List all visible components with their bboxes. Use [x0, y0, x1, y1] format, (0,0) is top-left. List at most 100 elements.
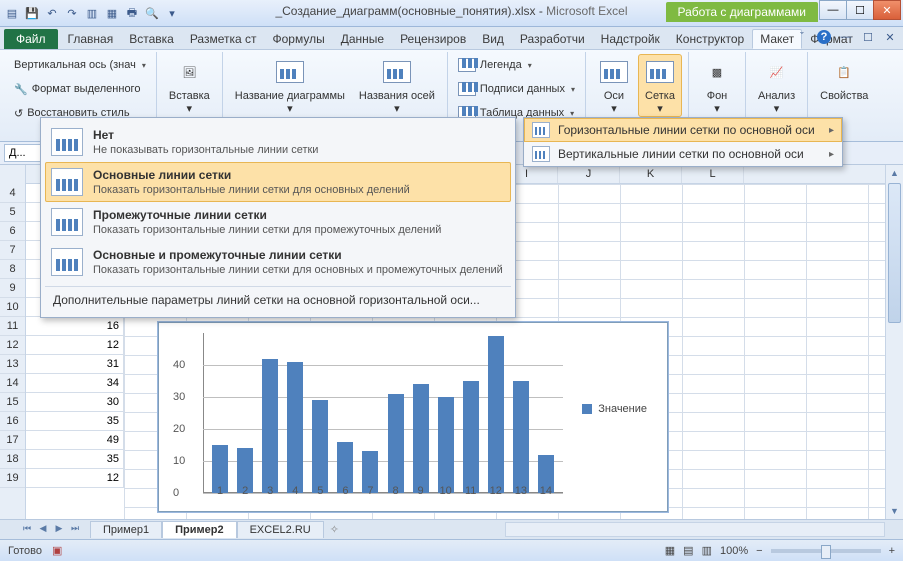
- macro-record-icon[interactable]: ▣: [52, 544, 62, 557]
- bar[interactable]: [312, 400, 328, 493]
- axes-button[interactable]: Оси▾: [592, 54, 636, 117]
- file-tab[interactable]: Файл: [4, 29, 58, 49]
- scroll-up-icon[interactable]: ▲: [886, 165, 903, 181]
- scrollbar-thumb[interactable]: [888, 183, 901, 323]
- row-header[interactable]: 4: [0, 184, 25, 203]
- tab-developer[interactable]: Разработчи: [512, 29, 593, 49]
- chart-element-selector[interactable]: Вертикальная ось (знач▾: [10, 54, 150, 76]
- tab-design[interactable]: Конструктор: [668, 29, 752, 49]
- help-icon[interactable]: ?: [817, 30, 831, 44]
- column-header[interactable]: J: [558, 165, 620, 183]
- doc-minimize-icon[interactable]: —: [839, 30, 853, 44]
- tab-insert[interactable]: Вставка: [121, 29, 182, 49]
- vertical-scrollbar[interactable]: ▲ ▼: [885, 165, 903, 519]
- zoom-level[interactable]: 100%: [720, 545, 748, 557]
- scroll-down-icon[interactable]: ▼: [886, 503, 903, 519]
- column-header[interactable]: L: [682, 165, 744, 183]
- row-header[interactable]: 14: [0, 374, 25, 393]
- cell[interactable]: 30: [26, 393, 124, 412]
- bar[interactable]: [388, 394, 404, 493]
- row-header[interactable]: 15: [0, 393, 25, 412]
- cell[interactable]: 31: [26, 355, 124, 374]
- gridlines-button[interactable]: Сетка▾: [638, 54, 682, 117]
- view-normal-icon[interactable]: ▦: [665, 544, 675, 557]
- sheet-nav-next-icon[interactable]: ▶: [52, 523, 66, 537]
- cell[interactable]: 35: [26, 450, 124, 469]
- row-header[interactable]: 11: [0, 317, 25, 336]
- qat-icon[interactable]: ▦: [104, 5, 120, 21]
- chart-object[interactable]: Значение 0102030401234567891011121314: [158, 322, 668, 512]
- tab-home[interactable]: Главная: [60, 29, 122, 49]
- gridlines-more-options[interactable]: Дополнительные параметры линий сетки на …: [45, 286, 511, 313]
- column-header[interactable]: K: [620, 165, 682, 183]
- gridlines-menu-item[interactable]: Нет Не показывать горизонтальные линии с…: [45, 122, 511, 162]
- tab-addins[interactable]: Надстройк: [593, 29, 668, 49]
- qat-more-icon[interactable]: ▾: [164, 5, 180, 21]
- tab-data[interactable]: Данные: [333, 29, 392, 49]
- gridlines-menu-item[interactable]: Основные и промежуточные линии сетки Пок…: [45, 242, 511, 282]
- row-header[interactable]: 17: [0, 431, 25, 450]
- minimize-button[interactable]: —: [819, 0, 847, 20]
- preview-icon[interactable]: 🔍: [144, 5, 160, 21]
- view-pagelayout-icon[interactable]: ▤: [683, 544, 693, 557]
- redo-icon[interactable]: ↷: [64, 5, 80, 21]
- bar[interactable]: [488, 336, 504, 493]
- background-button[interactable]: ▩ Фон▾: [695, 54, 739, 117]
- tab-formulas[interactable]: Формулы: [265, 29, 333, 49]
- row-header[interactable]: 12: [0, 336, 25, 355]
- qat-icon[interactable]: ▥: [84, 5, 100, 21]
- maximize-button[interactable]: ☐: [846, 0, 874, 20]
- cell[interactable]: 35: [26, 412, 124, 431]
- bar[interactable]: [463, 381, 479, 493]
- row-header[interactable]: 18: [0, 450, 25, 469]
- tab-review[interactable]: Рецензиров: [392, 29, 474, 49]
- format-selection-button[interactable]: 🔧 Формат выделенного: [10, 78, 150, 100]
- submenu-horizontal-gridlines[interactable]: Горизонтальные линии сетки по основной о…: [524, 118, 842, 142]
- tab-view[interactable]: Вид: [474, 29, 512, 49]
- row-header[interactable]: 16: [0, 412, 25, 431]
- sheet-nav-last-icon[interactable]: ⏭: [68, 523, 82, 537]
- cell[interactable]: 12: [26, 469, 124, 488]
- bar[interactable]: [438, 397, 454, 493]
- row-header[interactable]: 7: [0, 241, 25, 260]
- row-header[interactable]: 8: [0, 260, 25, 279]
- cell[interactable]: 16: [26, 317, 124, 336]
- data-labels-button[interactable]: Подписи данных▾: [454, 78, 579, 100]
- properties-button[interactable]: 📋 Свойства: [814, 54, 874, 104]
- sheet-tab[interactable]: EXCEL2.RU: [237, 521, 324, 538]
- sheet-nav-first-icon[interactable]: ⏮: [20, 523, 34, 537]
- sheet-nav-prev-icon[interactable]: ◀: [36, 523, 50, 537]
- gridlines-menu-item[interactable]: Основные линии сетки Показать горизонтал…: [45, 162, 511, 202]
- tab-pagelayout[interactable]: Разметка ст: [182, 29, 265, 49]
- doc-close-icon[interactable]: ✕: [883, 30, 897, 44]
- new-sheet-icon[interactable]: ✧: [330, 523, 339, 536]
- sheet-tab[interactable]: Пример2: [162, 521, 236, 538]
- plot-area[interactable]: [203, 333, 563, 493]
- row-header[interactable]: 13: [0, 355, 25, 374]
- legend-button[interactable]: Легенда▾: [454, 54, 579, 76]
- cell[interactable]: 34: [26, 374, 124, 393]
- bar[interactable]: [513, 381, 529, 493]
- axis-titles-button[interactable]: Названия осей▾: [353, 54, 441, 117]
- minimize-ribbon-icon[interactable]: ˇ: [795, 30, 809, 44]
- sheet-tab[interactable]: Пример1: [90, 521, 162, 538]
- cell[interactable]: 49: [26, 431, 124, 450]
- zoom-out-icon[interactable]: −: [756, 545, 762, 557]
- view-pagebreak-icon[interactable]: ▥: [702, 544, 712, 557]
- row-header[interactable]: 10: [0, 298, 25, 317]
- submenu-vertical-gridlines[interactable]: Вертикальные линии сетки по основной оси…: [524, 142, 842, 166]
- cell[interactable]: 12: [26, 336, 124, 355]
- undo-icon[interactable]: ↶: [44, 5, 60, 21]
- doc-restore-icon[interactable]: ☐: [861, 30, 875, 44]
- row-header[interactable]: 9: [0, 279, 25, 298]
- excel-icon[interactable]: ▤: [4, 5, 20, 21]
- close-button[interactable]: ✕: [873, 0, 901, 20]
- gridlines-menu-item[interactable]: Промежуточные линии сетки Показать гориз…: [45, 202, 511, 242]
- chart-title-button[interactable]: Название диаграммы▾: [229, 54, 351, 117]
- save-icon[interactable]: 💾: [24, 5, 40, 21]
- chart-legend[interactable]: Значение: [582, 403, 647, 415]
- print-icon[interactable]: 🖶: [124, 5, 140, 21]
- row-header[interactable]: 6: [0, 222, 25, 241]
- insert-button[interactable]: 🖼 Вставка▾: [163, 54, 216, 117]
- horizontal-scrollbar[interactable]: [505, 522, 885, 537]
